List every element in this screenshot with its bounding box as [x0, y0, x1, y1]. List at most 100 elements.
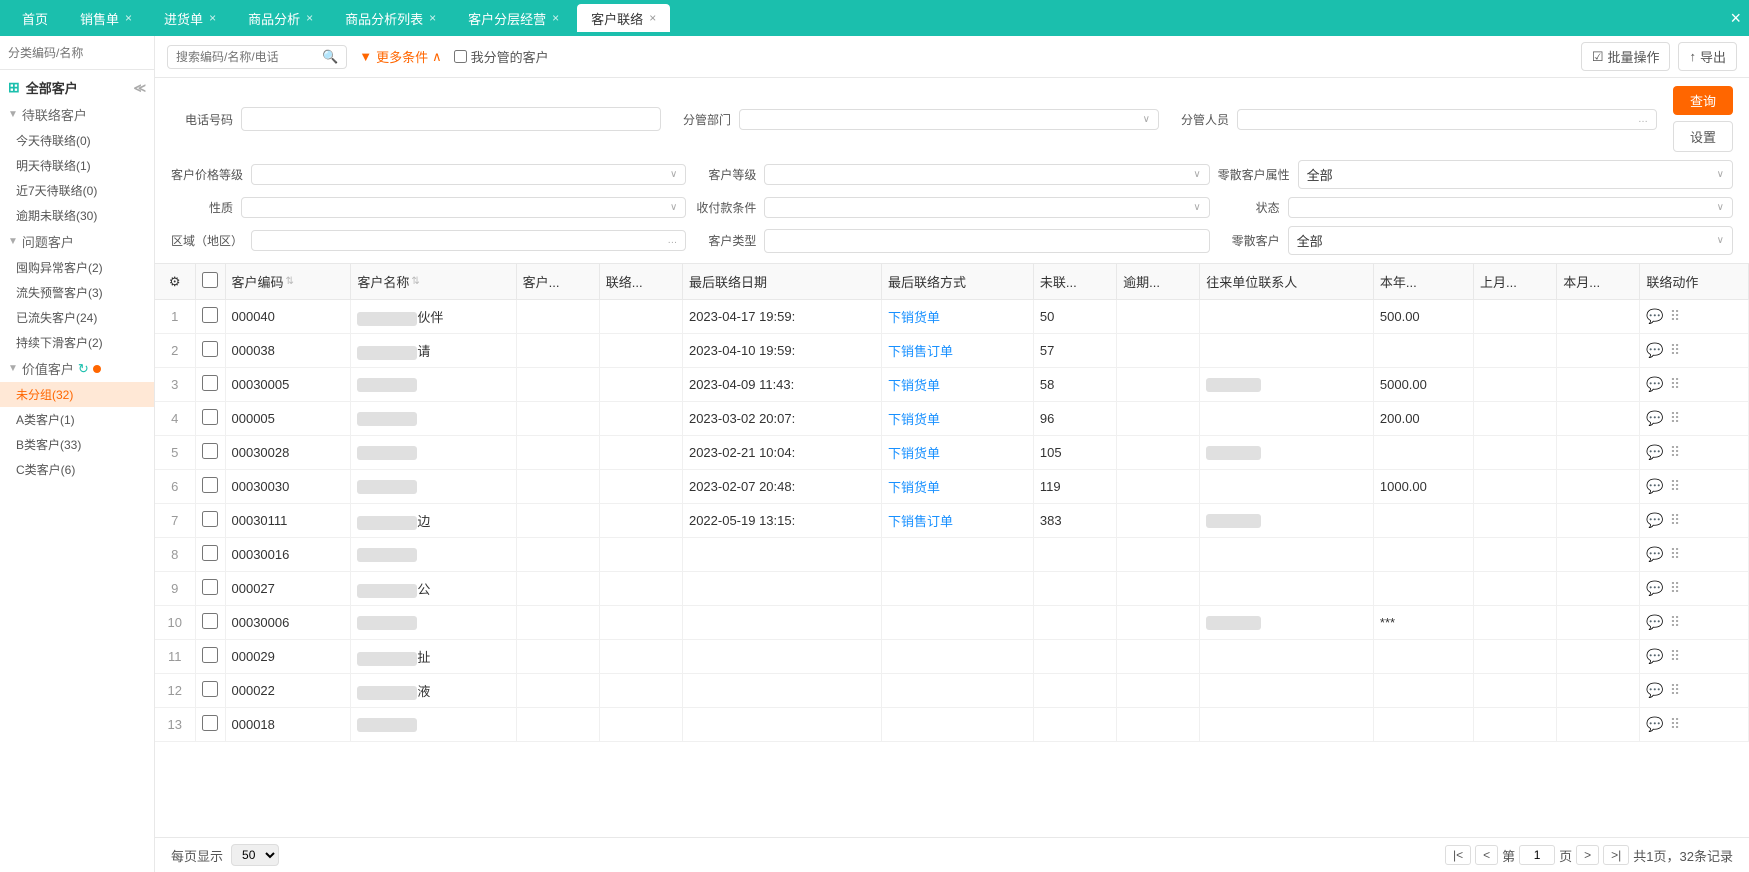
name-sort-icon[interactable]: ⇅: [411, 276, 419, 287]
more-action-icon[interactable]: ⠿: [1670, 682, 1680, 699]
message-icon[interactable]: 💬: [1646, 444, 1663, 461]
row-checkbox[interactable]: [195, 572, 225, 606]
more-action-icon[interactable]: ⠿: [1670, 580, 1680, 597]
row-checkbox[interactable]: [195, 640, 225, 674]
row-last-method[interactable]: [882, 640, 1034, 674]
more-action-icon[interactable]: ⠿: [1670, 648, 1680, 665]
reset-button[interactable]: 设置: [1673, 121, 1733, 152]
row-name[interactable]: [351, 538, 516, 572]
manager-select[interactable]: …: [1237, 109, 1657, 130]
row-check[interactable]: [202, 715, 218, 731]
tab-customer-tier-close[interactable]: ×: [552, 11, 559, 25]
refresh-icon[interactable]: ↻: [78, 361, 89, 377]
last-page-button[interactable]: >|: [1603, 845, 1629, 865]
row-check[interactable]: [202, 613, 218, 629]
phone-input[interactable]: [241, 107, 661, 131]
row-check[interactable]: [202, 681, 218, 697]
row-last-method[interactable]: [882, 674, 1034, 708]
row-check[interactable]: [202, 443, 218, 459]
last-method-link[interactable]: 下销售订单: [888, 344, 953, 359]
page-input[interactable]: [1519, 845, 1555, 865]
row-check[interactable]: [202, 375, 218, 391]
row-last-method[interactable]: [882, 708, 1034, 742]
sidebar-item-hoard[interactable]: 囤购异常客户(2): [0, 255, 154, 280]
row-checkbox[interactable]: [195, 674, 225, 708]
customer-grade-select[interactable]: ∨: [764, 164, 1209, 185]
query-button[interactable]: 查询: [1673, 86, 1733, 115]
more-action-icon[interactable]: ⠿: [1670, 444, 1680, 461]
row-check[interactable]: [202, 341, 218, 357]
collapse-icon[interactable]: ≪: [133, 81, 146, 95]
message-icon[interactable]: 💬: [1646, 342, 1663, 359]
sidebar-item-warning[interactable]: 流失预警客户(3): [0, 280, 154, 305]
filter-more-button[interactable]: ▼ 更多条件 ∧: [359, 47, 441, 66]
row-checkbox[interactable]: [195, 708, 225, 742]
more-action-icon[interactable]: ⠿: [1670, 512, 1680, 529]
row-checkbox[interactable]: [195, 368, 225, 402]
sidebar-value-group[interactable]: ▼ 价值客户 ↻: [0, 355, 154, 382]
row-last-method[interactable]: [882, 606, 1034, 640]
scatter-attr-select[interactable]: 全部 ∨: [1298, 160, 1733, 189]
sidebar-problem-group[interactable]: ▼ 问题客户: [0, 228, 154, 255]
prev-page-button[interactable]: <: [1475, 845, 1498, 865]
tab-sales-close[interactable]: ×: [125, 11, 132, 25]
sidebar-item-7days[interactable]: 近7天待联络(0): [0, 178, 154, 203]
row-name[interactable]: 伙伴: [351, 300, 516, 334]
message-icon[interactable]: 💬: [1646, 512, 1663, 529]
sidebar-item-grade-a[interactable]: A类客户(1): [0, 407, 154, 432]
row-last-method[interactable]: 下销货单: [882, 436, 1034, 470]
tab-product-analysis-list-close[interactable]: ×: [429, 11, 436, 25]
tab-product-analysis-close[interactable]: ×: [306, 11, 313, 25]
tab-customer-contact[interactable]: 客户联络 ×: [577, 4, 670, 32]
row-name[interactable]: [351, 402, 516, 436]
tab-customer-contact-close[interactable]: ×: [649, 11, 656, 25]
message-icon[interactable]: 💬: [1646, 716, 1663, 733]
row-name[interactable]: 液: [351, 674, 516, 708]
row-name[interactable]: 边: [351, 504, 516, 538]
row-check[interactable]: [202, 477, 218, 493]
col-settings[interactable]: ⚙: [155, 264, 195, 300]
region-select[interactable]: …: [251, 230, 686, 251]
tab-purchase-close[interactable]: ×: [209, 11, 216, 25]
row-last-method[interactable]: 下销货单: [882, 402, 1034, 436]
dept-select[interactable]: ∨: [739, 109, 1159, 130]
more-action-icon[interactable]: ⠿: [1670, 342, 1680, 359]
more-action-icon[interactable]: ⠿: [1670, 410, 1680, 427]
message-icon[interactable]: 💬: [1646, 580, 1663, 597]
row-name[interactable]: [351, 708, 516, 742]
row-last-method[interactable]: 下销货单: [882, 470, 1034, 504]
tab-purchase[interactable]: 进货单 ×: [150, 4, 230, 32]
sidebar-item-grade-c[interactable]: C类客户(6): [0, 457, 154, 482]
last-method-link[interactable]: 下销货单: [888, 446, 940, 461]
message-icon[interactable]: 💬: [1646, 410, 1663, 427]
row-check[interactable]: [202, 579, 218, 595]
sidebar-item-lost[interactable]: 已流失客户(24): [0, 305, 154, 330]
row-name[interactable]: 请: [351, 334, 516, 368]
last-method-link[interactable]: 下销货单: [888, 378, 940, 393]
code-sort-icon[interactable]: ⇅: [286, 276, 294, 287]
filter-search-input[interactable]: [176, 50, 316, 64]
tab-sales[interactable]: 销售单 ×: [66, 4, 146, 32]
tab-product-analysis-list[interactable]: 商品分析列表 ×: [331, 4, 450, 32]
more-action-icon[interactable]: ⠿: [1670, 478, 1680, 495]
last-method-link[interactable]: 下销货单: [888, 412, 940, 427]
tab-customer-tier[interactable]: 客户分层经营 ×: [454, 4, 573, 32]
sidebar-item-overdue[interactable]: 逾期未联络(30): [0, 203, 154, 228]
sidebar-item-ungroup[interactable]: 未分组(32): [0, 382, 154, 407]
row-name[interactable]: 公: [351, 572, 516, 606]
row-check[interactable]: [202, 511, 218, 527]
more-action-icon[interactable]: ⠿: [1670, 614, 1680, 631]
message-icon[interactable]: 💬: [1646, 376, 1663, 393]
more-action-icon[interactable]: ⠿: [1670, 546, 1680, 563]
price-grade-select[interactable]: ∨: [251, 164, 686, 185]
sidebar-search[interactable]: 🔍: [0, 36, 154, 70]
my-customers-checkbox[interactable]: 我分管的客户: [454, 47, 549, 66]
last-method-link[interactable]: 下销售订单: [888, 514, 953, 529]
row-check[interactable]: [202, 647, 218, 663]
row-checkbox[interactable]: [195, 538, 225, 572]
batch-operation-button[interactable]: ☑ 批量操作: [1581, 42, 1671, 71]
message-icon[interactable]: 💬: [1646, 308, 1663, 325]
message-icon[interactable]: 💬: [1646, 478, 1663, 495]
row-checkbox[interactable]: [195, 504, 225, 538]
next-page-button[interactable]: >: [1576, 845, 1599, 865]
